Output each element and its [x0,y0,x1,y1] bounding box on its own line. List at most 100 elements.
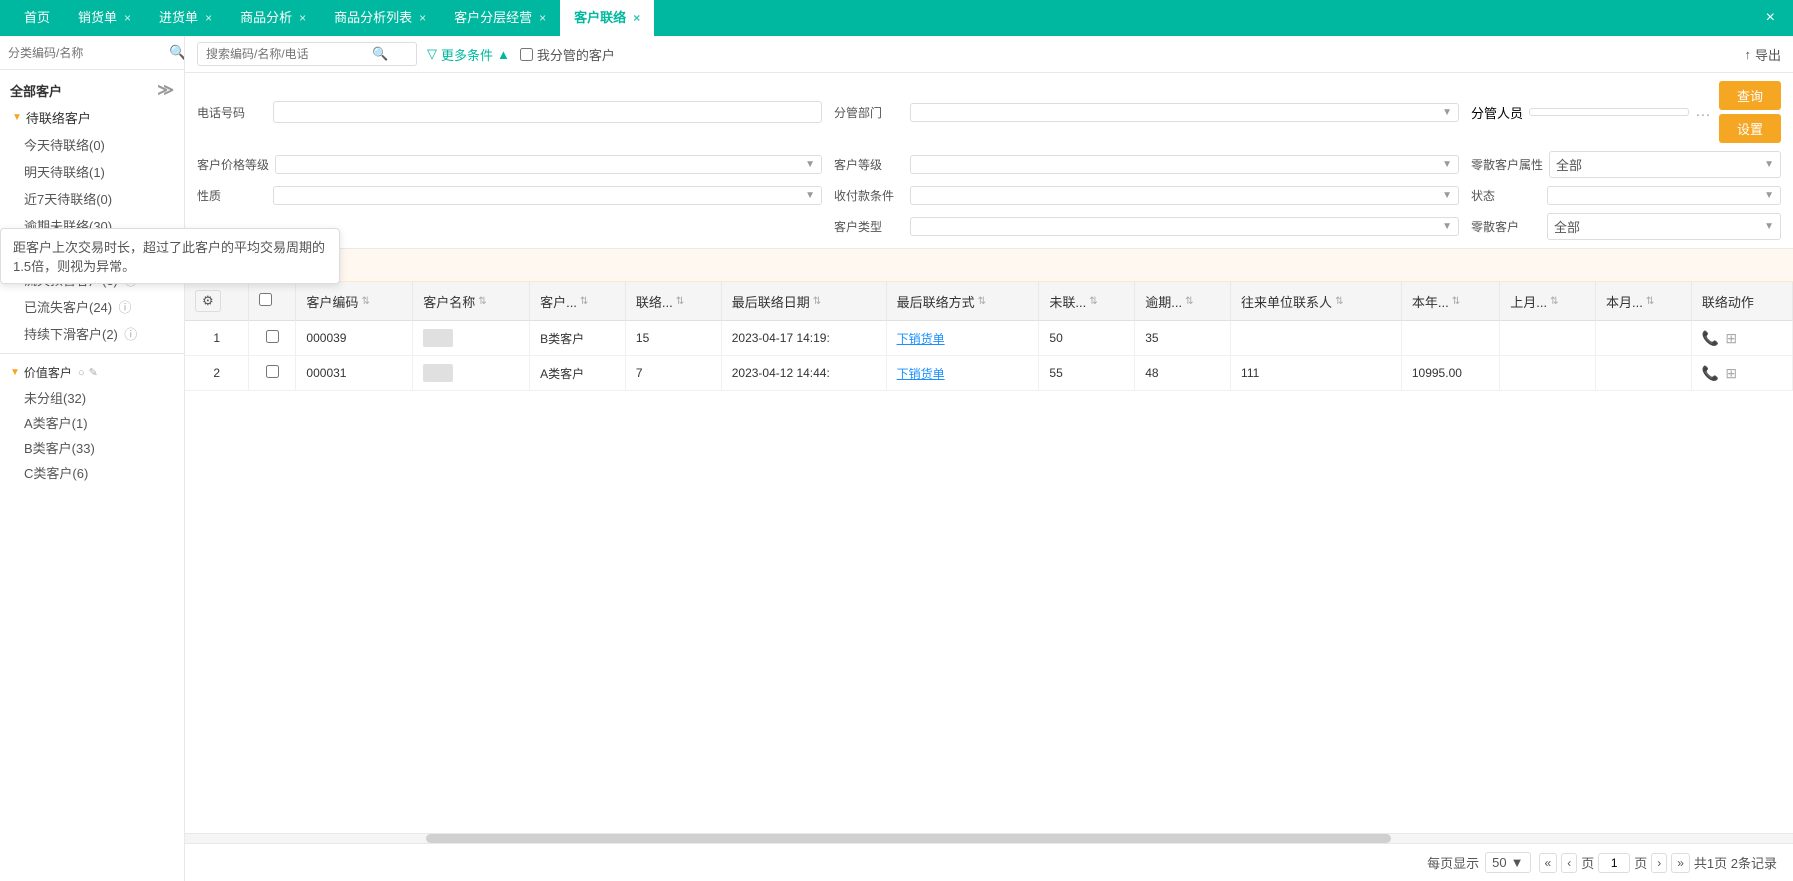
nav-home[interactable]: 首页 [10,0,64,36]
content-area: 🔍 ▽ 更多条件 ▲ 我分管的客户 ↑ 导出 电话号码 [185,36,1793,881]
main-search-input[interactable] [206,47,366,61]
cell-contact-person-1 [1231,321,1402,356]
group-waiting-contact[interactable]: ▼ 待联络客户 [0,104,184,131]
th-no-contact[interactable]: 未联... ⇅ [1039,282,1135,321]
close-sales-tab[interactable]: × [124,0,131,36]
sidebar-search-input[interactable] [8,46,163,60]
collapse-sidebar-btn[interactable]: ≫ [157,80,174,100]
th-code[interactable]: 客户编码 ⇅ [296,282,413,321]
price-level-select[interactable]: ▼ [275,155,822,174]
cell-num-2: 2 [185,356,249,391]
ct-chevron: ▼ [1442,221,1452,232]
nav-product-analysis[interactable]: 商品分析 × [226,0,320,36]
close-product-analysis-tab[interactable]: × [299,0,306,36]
my-customers-checkbox[interactable] [520,48,533,61]
nav-purchase[interactable]: 进货单 × [145,0,226,36]
circle-icon: ○ [78,367,85,379]
row-checkbox-2[interactable] [266,365,279,378]
department-select[interactable]: ▼ [910,103,1459,122]
per-page-control: 每页显示 50 ▼ [1427,852,1530,873]
grid-action-icon-1[interactable]: ⊞ [1725,330,1737,347]
page-number-input[interactable] [1598,853,1630,873]
phone-input[interactable] [273,101,822,123]
nav-product-list[interactable]: 商品分析列表 × [320,0,440,36]
edit-icon[interactable]: ✎ [89,366,98,379]
nav-customer-segment[interactable]: 客户分层经营 × [440,0,560,36]
close-product-list-tab[interactable]: × [419,0,426,36]
cell-last-method-2[interactable]: 下销货单 [886,356,1039,391]
first-page-btn[interactable]: « [1539,853,1558,873]
cell-last-method-1[interactable]: 下销货单 [886,321,1039,356]
th-contact-person[interactable]: 往来单位联系人 ⇅ [1231,282,1402,321]
manager-select[interactable] [1529,108,1689,116]
info-icon4: ⓘ [124,327,137,342]
th-this-month[interactable]: 本月... ⇅ [1596,282,1692,321]
sidebar-item-tomorrow[interactable]: 明天待联络(1) [0,158,184,185]
per-page-select[interactable]: 50 ▼ [1485,852,1530,873]
th-last-month[interactable]: 上月... ⇅ [1500,282,1596,321]
sidebar-item-class-b[interactable]: B类客户(33) [0,435,184,460]
table-settings-btn[interactable]: ⚙ [195,290,221,312]
all-customers-header: 全部客户 ≫ [0,76,184,104]
main-search-icon: 🔍 [372,46,388,62]
next-page-btn[interactable]: › [1651,853,1667,873]
sidebar-item-class-a[interactable]: A类客户(1) [0,410,184,435]
sidebar-item-ungroup[interactable]: 未分组(32) [0,385,184,410]
retail-attr-select[interactable]: 全部 ▼ [1549,151,1781,178]
sort-icon-code: ⇅ [361,296,369,307]
last-page-btn[interactable]: » [1671,853,1690,873]
status-select[interactable]: ▼ [1547,186,1781,205]
query-button[interactable]: 查询 [1719,81,1781,110]
export-button[interactable]: ↑ 导出 [1744,45,1781,64]
th-name[interactable]: 客户名称 ⇅ [413,282,530,321]
payment-select[interactable]: ▼ [910,186,1459,205]
sort-icon-tmonth: ⇅ [1646,296,1654,307]
status-chevron: ▼ [1764,190,1774,201]
th-last-method[interactable]: 最后联络方式 ⇅ [886,282,1039,321]
cell-level-2: A类客户 [530,356,626,391]
close-customer-segment-tab[interactable]: × [539,0,546,36]
customer-type-select[interactable]: ▼ [910,217,1459,236]
window-close-button[interactable]: × [1758,9,1783,27]
th-this-year[interactable]: 本年... ⇅ [1401,282,1499,321]
th-last-date[interactable]: 最后联络日期 ⇅ [721,282,886,321]
retail-customer-select[interactable]: 全部 ▼ [1547,213,1781,240]
nav-customer-contact[interactable]: 客户联络 × [560,0,654,36]
nav-sales[interactable]: 销货单 × [64,0,145,36]
row-checkbox-1[interactable] [266,330,279,343]
grid-action-icon-2[interactable]: ⊞ [1725,365,1737,382]
cell-overdue-2: 48 [1135,356,1231,391]
scrollbar-thumb[interactable] [426,834,1391,843]
phone-action-icon-2[interactable]: 📞 [1702,365,1719,382]
filter-retail-customer: 零散客户 全部 ▼ [1471,213,1781,240]
close-purchase-tab[interactable]: × [205,0,212,36]
gender-select[interactable]: ▼ [273,186,822,205]
sort-icon-contact: ⇅ [676,296,684,307]
sidebar-item-7days[interactable]: 近7天待联络(0) [0,185,184,212]
phone-action-icon-1[interactable]: 📞 [1702,330,1719,347]
th-overdue[interactable]: 逾期... ⇅ [1135,282,1231,321]
cell-this-month-1 [1596,321,1692,356]
more-conditions-btn[interactable]: ▽ 更多条件 ▲ [427,45,510,64]
prev-page-btn[interactable]: ‹ [1561,853,1577,873]
close-customer-contact-tab[interactable]: × [633,0,640,36]
th-level[interactable]: 客户... ⇅ [530,282,626,321]
sidebar-item-declining[interactable]: 持续下滑客户(2) ⓘ [0,320,184,347]
data-table: ⚙ 客户编码 ⇅ 客户名称 [185,282,1793,391]
arrow-value: ▼ [10,367,20,378]
select-all-checkbox[interactable] [259,293,272,306]
horizontal-scrollbar[interactable] [185,833,1793,843]
info-icon3: ⓘ [118,300,131,315]
sort-icon-method: ⇅ [978,296,986,307]
manager-dots[interactable]: … [1695,103,1713,121]
cell-name-1 [413,321,530,356]
price-chevron: ▼ [805,159,815,170]
sidebar-item-today[interactable]: 今天待联络(0) [0,131,184,158]
customer-level-select[interactable]: ▼ [910,155,1459,174]
th-contact[interactable]: 联络... ⇅ [625,282,721,321]
sidebar-item-churned[interactable]: 已流失客户(24) ⓘ [0,293,184,320]
settings-button[interactable]: 设置 [1719,114,1781,143]
sidebar-item-class-c[interactable]: C类客户(6) [0,460,184,485]
filter-manager-row: 分管人员 … 查询 设置 [1471,81,1781,143]
filter-bar: 🔍 ▽ 更多条件 ▲ 我分管的客户 ↑ 导出 [185,36,1793,73]
